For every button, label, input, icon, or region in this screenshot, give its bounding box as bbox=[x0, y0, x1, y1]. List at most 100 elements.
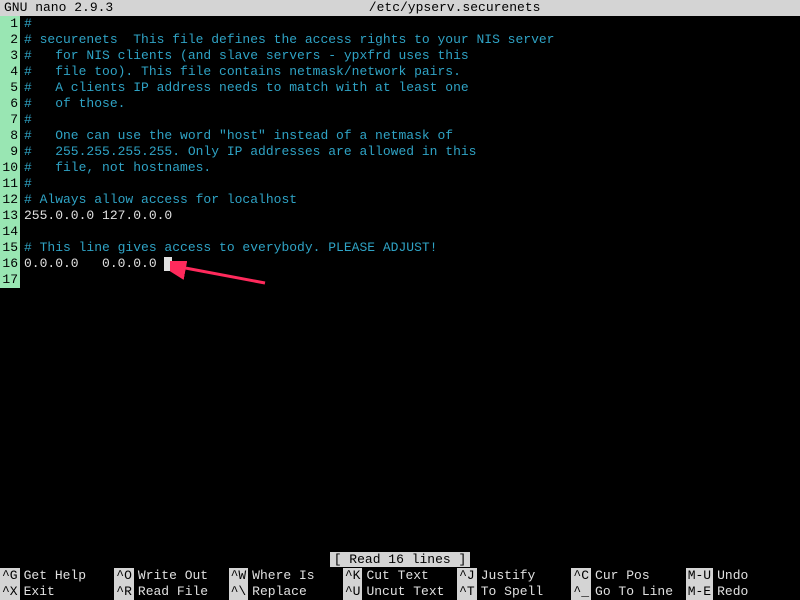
editor-line[interactable]: 13255.0.0.0 127.0.0.0 bbox=[0, 208, 800, 224]
shortcut-label: Cut Text bbox=[366, 568, 428, 584]
shortcut-label: Justify bbox=[481, 568, 536, 584]
shortcut-key: ^\ bbox=[229, 584, 249, 600]
editor-line[interactable]: 7# bbox=[0, 112, 800, 128]
line-text[interactable]: # This line gives access to everybody. P… bbox=[20, 240, 800, 256]
line-number: 10 bbox=[0, 160, 20, 176]
line-number: 11 bbox=[0, 176, 20, 192]
shortcut-label: Undo bbox=[717, 568, 748, 584]
shortcut-item[interactable]: ^\Replace bbox=[229, 584, 343, 600]
shortcut-key: M-U bbox=[686, 568, 713, 584]
app-name: GNU nano 2.9.3 bbox=[4, 0, 113, 16]
titlebar-spacer bbox=[113, 0, 369, 16]
shortcut-key: ^X bbox=[0, 584, 20, 600]
editor-line[interactable]: 14 bbox=[0, 224, 800, 240]
shortcut-row-2: ^XExit^RRead File^\Replace^UUncut Text^T… bbox=[0, 584, 800, 600]
line-number: 15 bbox=[0, 240, 20, 256]
line-text[interactable]: # 255.255.255.255. Only IP addresses are… bbox=[20, 144, 800, 160]
editor-area[interactable]: 1#2# securenets This file defines the ac… bbox=[0, 16, 800, 568]
shortcut-item[interactable]: ^WWhere Is bbox=[229, 568, 343, 584]
line-text[interactable]: # A clients IP address needs to match wi… bbox=[20, 80, 800, 96]
shortcut-key: ^C bbox=[571, 568, 591, 584]
shortcut-item[interactable]: ^OWrite Out bbox=[114, 568, 228, 584]
line-number: 16 bbox=[0, 256, 20, 272]
line-text[interactable]: # bbox=[20, 176, 800, 192]
shortcut-item[interactable]: ^TTo Spell bbox=[457, 584, 571, 600]
editor-line[interactable]: 3# for NIS clients (and slave servers - … bbox=[0, 48, 800, 64]
shortcut-label: Get Help bbox=[24, 568, 86, 584]
editor-line[interactable]: 1# bbox=[0, 16, 800, 32]
shortcut-item[interactable]: M-ERedo bbox=[686, 584, 800, 600]
status-message: [ Read 16 lines ] bbox=[330, 552, 471, 567]
editor-line[interactable]: 15# This line gives access to everybody.… bbox=[0, 240, 800, 256]
shortcut-item[interactable]: ^GGet Help bbox=[0, 568, 114, 584]
shortcut-key: ^W bbox=[229, 568, 249, 584]
editor-line[interactable]: 10# file, not hostnames. bbox=[0, 160, 800, 176]
editor-line[interactable]: 6# of those. bbox=[0, 96, 800, 112]
line-text[interactable]: 255.0.0.0 127.0.0.0 bbox=[20, 208, 800, 224]
editor-line[interactable]: 4# file too). This file contains netmask… bbox=[0, 64, 800, 80]
editor-line[interactable]: 9# 255.255.255.255. Only IP addresses ar… bbox=[0, 144, 800, 160]
editor-line[interactable]: 17 bbox=[0, 272, 800, 288]
shortcut-label: To Spell bbox=[481, 584, 543, 600]
titlebar-spacer-right bbox=[540, 0, 796, 16]
shortcut-label: Exit bbox=[24, 584, 55, 600]
line-number: 2 bbox=[0, 32, 20, 48]
file-path: /etc/ypserv.securenets bbox=[369, 0, 541, 16]
shortcut-item[interactable]: ^RRead File bbox=[114, 584, 228, 600]
line-number: 5 bbox=[0, 80, 20, 96]
line-text[interactable] bbox=[20, 272, 800, 288]
shortcut-label: Read File bbox=[138, 584, 208, 600]
shortcut-item[interactable]: ^XExit bbox=[0, 584, 114, 600]
shortcut-item[interactable]: ^KCut Text bbox=[343, 568, 457, 584]
line-text[interactable]: 0.0.0.0 0.0.0.0 bbox=[20, 256, 800, 272]
line-text[interactable]: # for NIS clients (and slave servers - y… bbox=[20, 48, 800, 64]
shortcut-key: ^_ bbox=[571, 584, 591, 600]
shortcut-label: Redo bbox=[717, 584, 748, 600]
shortcut-label: Where Is bbox=[252, 568, 314, 584]
shortcut-label: Go To Line bbox=[595, 584, 673, 600]
line-text[interactable]: # Always allow access for localhost bbox=[20, 192, 800, 208]
line-number: 1 bbox=[0, 16, 20, 32]
shortcut-label: Cur Pos bbox=[595, 568, 650, 584]
shortcut-item[interactable]: ^_Go To Line bbox=[571, 584, 685, 600]
shortcut-key: ^U bbox=[343, 584, 363, 600]
line-number: 8 bbox=[0, 128, 20, 144]
shortcut-key: ^O bbox=[114, 568, 134, 584]
editor-line[interactable]: 2# securenets This file defines the acce… bbox=[0, 32, 800, 48]
status-bar: [ Read 16 lines ] bbox=[0, 552, 800, 568]
line-number: 3 bbox=[0, 48, 20, 64]
shortcut-item[interactable]: ^CCur Pos bbox=[571, 568, 685, 584]
line-text[interactable]: # of those. bbox=[20, 96, 800, 112]
line-text[interactable] bbox=[20, 224, 800, 240]
shortcut-key: ^J bbox=[457, 568, 477, 584]
editor-line[interactable]: 160.0.0.0 0.0.0.0 bbox=[0, 256, 800, 272]
line-number: 7 bbox=[0, 112, 20, 128]
titlebar: GNU nano 2.9.3 /etc/ypserv.securenets bbox=[0, 0, 800, 16]
shortcut-item[interactable]: ^UUncut Text bbox=[343, 584, 457, 600]
editor-line[interactable]: 11# bbox=[0, 176, 800, 192]
line-text[interactable]: # bbox=[20, 16, 800, 32]
shortcut-label: Uncut Text bbox=[366, 584, 444, 600]
shortcut-key: M-E bbox=[686, 584, 713, 600]
line-text[interactable]: # bbox=[20, 112, 800, 128]
line-number: 14 bbox=[0, 224, 20, 240]
editor-line[interactable]: 5# A clients IP address needs to match w… bbox=[0, 80, 800, 96]
line-text[interactable]: # file, not hostnames. bbox=[20, 160, 800, 176]
line-text[interactable]: # file too). This file contains netmask/… bbox=[20, 64, 800, 80]
shortcut-key: ^R bbox=[114, 584, 134, 600]
shortcut-label: Write Out bbox=[138, 568, 208, 584]
shortcut-item[interactable]: ^JJustify bbox=[457, 568, 571, 584]
shortcut-key: ^T bbox=[457, 584, 477, 600]
shortcut-item[interactable]: M-UUndo bbox=[686, 568, 800, 584]
shortcut-bar: ^GGet Help^OWrite Out^WWhere Is^KCut Tex… bbox=[0, 568, 800, 600]
line-text[interactable]: # One can use the word "host" instead of… bbox=[20, 128, 800, 144]
shortcut-key: ^K bbox=[343, 568, 363, 584]
line-number: 4 bbox=[0, 64, 20, 80]
editor-line[interactable]: 12# Always allow access for localhost bbox=[0, 192, 800, 208]
line-number: 13 bbox=[0, 208, 20, 224]
shortcut-label: Replace bbox=[252, 584, 307, 600]
line-text[interactable]: # securenets This file defines the acces… bbox=[20, 32, 800, 48]
line-number: 17 bbox=[0, 272, 20, 288]
shortcut-row-1: ^GGet Help^OWrite Out^WWhere Is^KCut Tex… bbox=[0, 568, 800, 584]
editor-line[interactable]: 8# One can use the word "host" instead o… bbox=[0, 128, 800, 144]
